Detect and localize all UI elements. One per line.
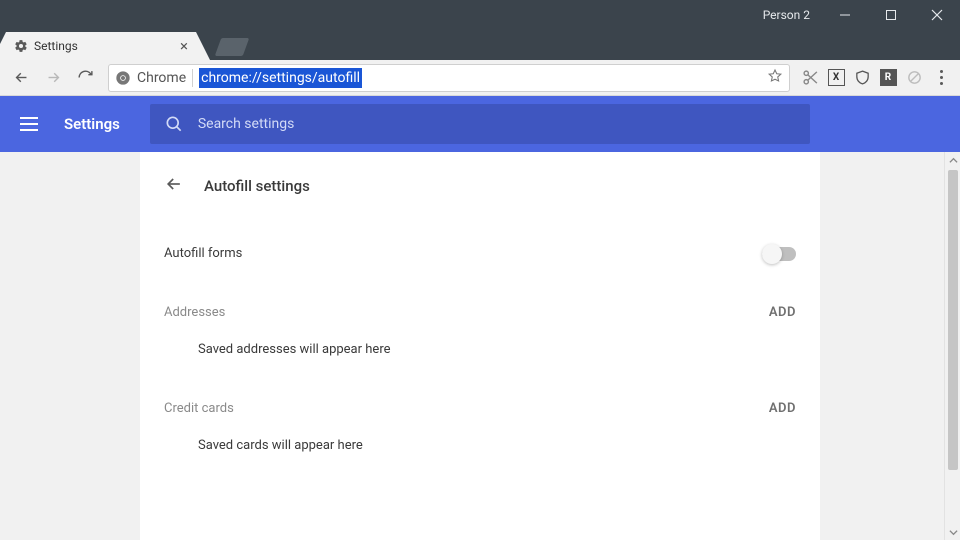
vertical-scrollbar[interactable] — [944, 152, 960, 540]
settings-search[interactable] — [150, 104, 810, 144]
address-bar[interactable]: Chrome chrome://settings/autofill — [108, 64, 790, 92]
profile-label[interactable]: Person 2 — [751, 8, 822, 22]
new-tab-button[interactable] — [215, 38, 250, 56]
scrollbar-thumb[interactable] — [948, 170, 958, 470]
scissors-icon — [802, 69, 819, 86]
autofill-forms-toggle[interactable] — [762, 247, 796, 261]
hamburger-icon — [20, 117, 38, 119]
settings-title: Settings — [64, 115, 120, 133]
extension-shield[interactable] — [850, 65, 874, 91]
credit-cards-add-button[interactable]: ADD — [769, 401, 796, 416]
browser-menu-button[interactable] — [928, 65, 954, 91]
url-text: chrome://settings/autofill — [199, 68, 362, 88]
window-close-button[interactable] — [914, 0, 960, 30]
nav-forward-button[interactable] — [38, 63, 68, 93]
bookmark-button[interactable] — [767, 68, 783, 88]
scroll-down-button[interactable] — [945, 524, 960, 540]
extension-x[interactable]: X — [824, 65, 848, 91]
close-icon — [931, 9, 943, 21]
nav-back-button[interactable] — [6, 63, 36, 93]
extension-circle[interactable] — [902, 65, 926, 91]
search-icon — [164, 114, 184, 134]
shield-icon — [854, 69, 871, 86]
omnibox-separator — [192, 69, 193, 87]
window-minimize-button[interactable] — [822, 0, 868, 30]
reload-icon — [77, 69, 94, 86]
addresses-empty-text: Saved addresses will appear here — [198, 342, 796, 357]
nav-reload-button[interactable] — [70, 63, 100, 93]
chevron-down-icon — [949, 528, 958, 537]
extension-r[interactable]: R — [876, 65, 900, 91]
window-maximize-button[interactable] — [868, 0, 914, 30]
browser-tab[interactable]: Settings × — [6, 32, 196, 60]
origin-label: Chrome — [137, 70, 186, 86]
settings-card: Autofill settings Autofill forms Address… — [140, 152, 820, 540]
circle-slash-icon — [906, 69, 923, 86]
star-icon — [767, 68, 783, 84]
arrow-left-icon — [13, 69, 30, 86]
autofill-forms-label: Autofill forms — [164, 246, 242, 261]
arrow-right-icon — [45, 69, 62, 86]
minimize-icon — [839, 9, 851, 21]
credit-cards-empty-text: Saved cards will appear here — [198, 438, 796, 453]
credit-cards-section-label: Credit cards — [164, 401, 234, 416]
scroll-up-button[interactable] — [945, 152, 960, 168]
addresses-add-button[interactable]: ADD — [769, 305, 796, 320]
tab-title: Settings — [34, 39, 78, 53]
settings-back-button[interactable] — [164, 174, 184, 198]
page-heading: Autofill settings — [204, 177, 310, 195]
settings-search-input[interactable] — [198, 116, 796, 132]
boxed-r-icon: R — [880, 69, 897, 86]
settings-menu-button[interactable] — [14, 111, 44, 137]
addresses-section-label: Addresses — [164, 305, 225, 320]
gear-icon — [14, 39, 28, 53]
arrow-left-icon — [164, 174, 184, 194]
dots-icon — [940, 70, 943, 73]
tab-close-button[interactable]: × — [180, 39, 188, 54]
boxed-x-icon: X — [828, 69, 845, 86]
chrome-icon — [115, 70, 131, 86]
extension-scissors[interactable] — [798, 65, 822, 91]
maximize-icon — [885, 9, 897, 21]
chevron-up-icon — [949, 156, 958, 165]
